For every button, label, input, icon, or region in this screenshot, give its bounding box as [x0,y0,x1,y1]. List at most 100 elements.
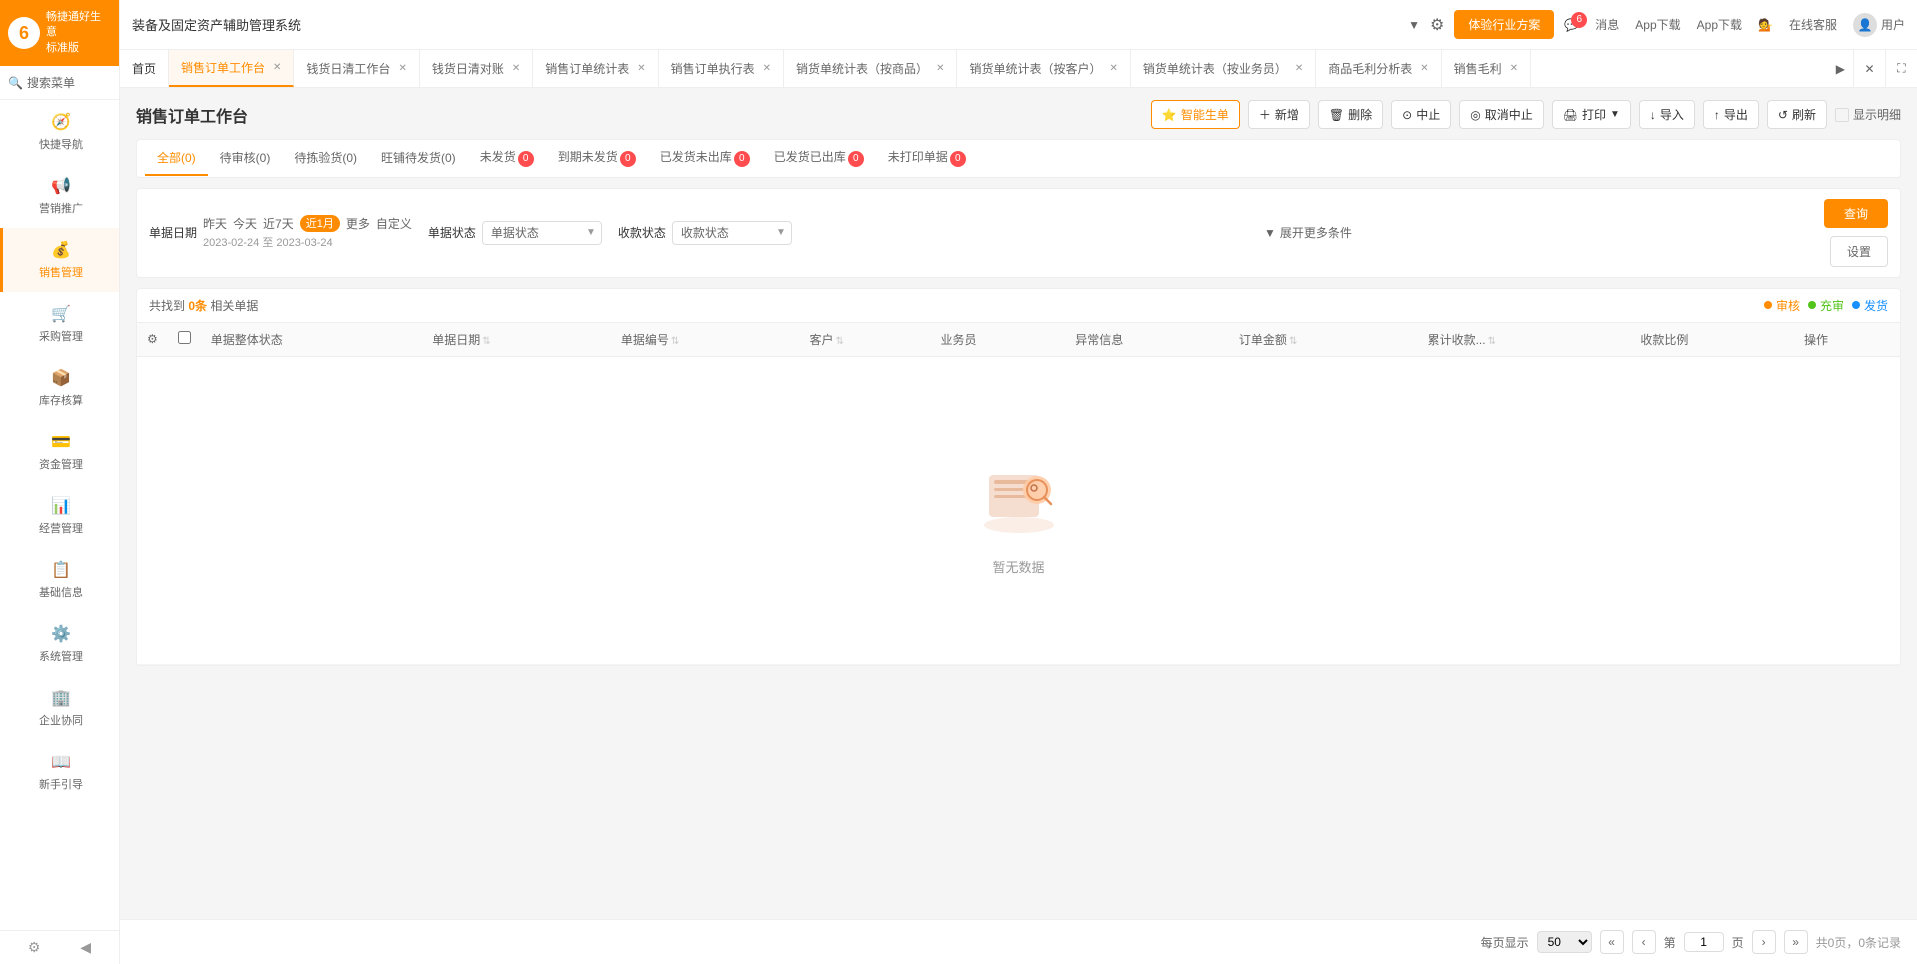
th-date[interactable]: 单据日期⇅ [422,323,611,357]
date-7days[interactable]: 近7天 [263,215,294,232]
filter-tab-expired-not-shipped[interactable]: 到期未发货0 [546,140,648,177]
sidebar-item-marketing[interactable]: 📢 营销推广 [0,164,119,228]
expand-filter-btn[interactable]: ▼ 展开更多条件 [1264,224,1352,241]
filter-tab-shipped-out[interactable]: 已发货已出库0 [762,140,876,177]
show-detail-toggle[interactable]: 显示明细 [1835,106,1901,123]
th-ops: 操作 [1794,323,1900,357]
date-today[interactable]: 今天 [233,215,257,232]
th-settings[interactable]: ⚙ [137,323,168,357]
th-no[interactable]: 单据编号⇅ [611,323,800,357]
import-btn[interactable]: ↓ 导入 [1639,100,1695,129]
operation-icon: 📊 [51,496,71,516]
tab-sales-by-product[interactable]: 销货单统计表（按商品）✕ [784,50,957,87]
delete-btn[interactable]: 🗑 删除 [1318,100,1383,129]
next-page-btn[interactable]: › [1752,930,1776,954]
system-label: 系统管理 [39,648,83,664]
industry-btn[interactable]: 体验行业方案 [1454,10,1554,39]
page-size-select[interactable]: 50 10 20 100 [1537,931,1592,953]
tab-cash-daily[interactable]: 钱货日清工作台✕ [294,50,419,87]
date-yesterday[interactable]: 昨天 [203,215,227,232]
sidebar-item-basic[interactable]: 📋 基础信息 [0,548,119,612]
filter-tab-all[interactable]: 全部(0) [145,141,208,176]
status-filter: 单据状态 单据状态 ▼ [428,221,602,245]
add-btn[interactable]: ＋ 新增 [1248,100,1310,129]
search-menu[interactable]: 🔍 搜索菜单 [0,66,119,100]
close-tab-sales-exec[interactable]: ✕ [763,63,771,74]
user-menu[interactable]: 👤 用户 [1853,13,1905,37]
sidebar-item-system[interactable]: ⚙️ 系统管理 [0,612,119,676]
tab-gross-margin[interactable]: 商品毛利分析表✕ [1316,50,1441,87]
th-customer[interactable]: 客户⇅ [800,323,931,357]
filter-tab-shipped-not-out[interactable]: 已发货未出库0 [648,140,762,177]
tab-cash-reconcile[interactable]: 钱货日清对账✕ [420,50,533,87]
set-btn[interactable]: 设置 [1830,236,1888,267]
payment-select[interactable]: 收款状态 [672,221,792,245]
tab-sales-by-customer[interactable]: 销货单统计表（按客户）✕ [957,50,1130,87]
filter-tab-pending-inspect[interactable]: 待拣验货(0) [282,141,369,176]
close-tab-sales-profit[interactable]: ✕ [1510,63,1518,74]
sidebar-item-enterprise[interactable]: 🏢 企业协同 [0,676,119,740]
filter-tab-not-printed[interactable]: 未打印单据0 [876,140,978,177]
maximize-icon[interactable]: ⛶ [1885,50,1917,88]
close-tab-cash-reconcile[interactable]: ✕ [512,63,520,74]
filter-tab-pending-audit[interactable]: 待审核(0) [208,141,283,176]
filter-tab-not-shipped[interactable]: 未发货0 [468,140,546,177]
select-all-checkbox[interactable] [178,331,191,344]
sidebar-item-guide[interactable]: 📖 新手引导 [0,740,119,804]
sidebar-item-quick-nav[interactable]: 🧭 快捷导航 [0,100,119,164]
date-more[interactable]: 更多 [346,215,370,232]
close-tab-sales-by-staff[interactable]: ✕ [1295,63,1303,74]
tabbar-more-btn[interactable]: ▶ [1828,62,1853,76]
query-btn[interactable]: 查询 [1824,199,1888,228]
date-custom[interactable]: 自定义 [376,215,412,232]
print-btn[interactable]: 🖨 打印 ▼ [1552,100,1631,129]
status-select[interactable]: 单据状态 [482,221,602,245]
th-received[interactable]: 累计收款...⇅ [1418,323,1631,357]
prev-page-btn[interactable]: ‹ [1632,930,1656,954]
th-checkbox[interactable] [168,323,201,357]
export-btn[interactable]: ↑ 导出 [1703,100,1759,129]
date-col: 昨天 今天 近7天 近1月 更多 自定义 2023-02-24 至 2023-0… [203,215,412,250]
settings-icon[interactable]: ⚙ [28,939,41,956]
sidebar-item-purchase[interactable]: 🛒 采购管理 [0,292,119,356]
tab-sales-order-workbench[interactable]: 销售订单工作台✕ [169,50,294,87]
settings-gear-icon[interactable]: ⚙ [1430,15,1444,35]
tab-sales-stat[interactable]: 销售订单统计表✕ [533,50,658,87]
suspend-btn[interactable]: ⊙ 中止 [1391,100,1451,129]
date-1month[interactable]: 近1月 [300,215,340,232]
cancel-audit-link[interactable]: 充审 [1808,297,1844,314]
page-input[interactable] [1684,932,1724,952]
cancel-suspend-btn[interactable]: ◎ 取消中止 [1459,100,1544,129]
close-tab-cash-daily[interactable]: ✕ [398,63,406,74]
sidebar-item-finance[interactable]: 💳 资金管理 [0,420,119,484]
collapse-icon[interactable]: ◀ [80,939,91,956]
sidebar-item-sales[interactable]: 💰 销售管理 [0,228,119,292]
message-badge[interactable]: 💬 6 [1564,18,1579,32]
tab-sales-exec[interactable]: 销售订单执行表✕ [659,50,784,87]
first-page-btn[interactable]: « [1600,930,1624,954]
online-service-text[interactable]: 在线客服 [1789,16,1837,33]
tab-sales-by-staff[interactable]: 销货单统计表（按业务员）✕ [1131,50,1316,87]
close-tab-sales-order-workbench[interactable]: ✕ [273,62,281,73]
settings-col-icon: ⚙ [147,332,158,346]
th-amount[interactable]: 订单金额⇅ [1229,323,1418,357]
refresh-btn[interactable]: ↺ 刷新 [1767,100,1827,129]
last-page-btn[interactable]: » [1784,930,1808,954]
tabbar: 首页销售订单工作台✕钱货日清工作台✕钱货日清对账✕销售订单统计表✕销售订单执行表… [120,50,1917,88]
smart-generate-btn[interactable]: ⭐ 智能生单 [1151,100,1240,129]
app-download-link[interactable]: App下载 [1635,16,1680,33]
close-tab-sales-stat[interactable]: ✕ [637,63,645,74]
audit-link[interactable]: 审核 [1764,297,1800,314]
filter-tab-wangpu-pending[interactable]: 旺铺待发货(0) [369,141,468,176]
ship-link[interactable]: 发货 [1852,297,1888,314]
sidebar-item-operation[interactable]: 📊 经营管理 [0,484,119,548]
tab-home[interactable]: 首页 [120,50,169,87]
close-all-icon[interactable]: ✕ [1853,50,1885,88]
expand-icon: ▼ [1264,226,1276,240]
close-tab-gross-margin[interactable]: ✕ [1420,63,1428,74]
sidebar-item-inventory[interactable]: 📦 库存核算 [0,356,119,420]
close-tab-sales-by-customer[interactable]: ✕ [1109,63,1117,74]
system-dropdown[interactable]: ▼ [1408,18,1420,32]
close-tab-sales-by-product[interactable]: ✕ [936,63,944,74]
tab-sales-profit[interactable]: 销售毛利✕ [1442,50,1531,87]
